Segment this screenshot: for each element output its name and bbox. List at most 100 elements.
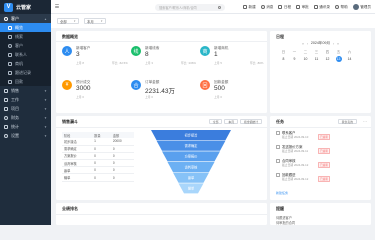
- search-icon[interactable]: [217, 5, 221, 10]
- stat-card[interactable]: 线新增线索 8 上月 3 环比 ↑166%: [131, 44, 209, 74]
- sidebar-group-label: 财务: [11, 114, 19, 120]
- next-month-icon[interactable]: ›: [333, 42, 334, 46]
- funnel-metric-select[interactable]: 按金额统计: [240, 119, 262, 124]
- table-cell: 0: [92, 166, 111, 175]
- contacts-book-button[interactable]: 通讯录: [313, 5, 330, 10]
- search-input[interactable]: [159, 5, 216, 10]
- calendar-weekday: 日: [281, 49, 286, 54]
- funnel-table: 阶段 数量 金额 初步接洽 1 20000 需求确定 0 0 方案报价 0 0 谈判审核 0 0 赢单 0…: [62, 132, 134, 182]
- calendar-day[interactable]: 8: [278, 56, 289, 62]
- stat-card[interactable]: 人新增客户 3 上月 8 环比 ↓62.5%: [62, 44, 140, 74]
- sidebar-group-settings[interactable]: 设置 ▼: [0, 131, 51, 140]
- reminder-item[interactable]: 待审批的合同: [276, 220, 295, 225]
- user-menu[interactable]: 管理员: [352, 4, 371, 10]
- chevron-down-icon: ▼: [44, 124, 47, 129]
- help-button[interactable]: 帮助: [335, 5, 348, 10]
- next-year-icon[interactable]: »: [337, 42, 339, 46]
- calendar-day-number: 8: [282, 57, 285, 61]
- table-row[interactable]: 赢单 0 0: [62, 166, 134, 175]
- tasks-title: 任务: [276, 119, 284, 124]
- sidebar-group-sales[interactable]: 销售 ▼: [0, 86, 51, 95]
- calendar-day[interactable]: 10: [300, 56, 311, 62]
- home-icon: [8, 25, 12, 30]
- sidebar-item-overview[interactable]: 概览: [0, 23, 51, 32]
- task-checkbox[interactable]: [276, 173, 280, 177]
- funnel-scope-select[interactable]: 全部: [208, 119, 223, 124]
- calendar-day[interactable]: 14: [344, 56, 355, 62]
- stat-card[interactable]: 商新增商机 1 上月 5 环比 ↓80%: [200, 44, 278, 74]
- calendar-month: 2024年09月: [310, 41, 331, 45]
- leads-icon: [8, 34, 12, 39]
- add-task-link[interactable]: 新建任务: [276, 191, 288, 195]
- table-row[interactable]: 输单 0 0: [62, 173, 134, 182]
- action-label: 审批: [301, 4, 309, 9]
- sidebar-group-label: 客户: [11, 15, 19, 21]
- table-row[interactable]: 初步接洽 1 20000: [62, 138, 134, 146]
- table-cell: 0: [110, 159, 134, 168]
- prev-month-icon[interactable]: ‹: [307, 42, 308, 46]
- task-item[interactable]: 发送报价方案 截止日期 2024-09-11 已逾期: [276, 144, 375, 155]
- task-item[interactable]: 联系客户 截止日期 2024-09-10 已逾期: [276, 130, 375, 141]
- tasks-filter-select[interactable]: 我负责的: [337, 119, 357, 124]
- more-icon[interactable]: ⋯: [363, 119, 367, 124]
- table-cell: 0: [92, 159, 111, 168]
- calendar-day[interactable]: 12: [322, 56, 333, 62]
- calendar-day-number: 9: [293, 57, 296, 61]
- scope-select[interactable]: 全部 ▼: [57, 18, 79, 24]
- calendar-day[interactable]: 9: [289, 56, 300, 62]
- funnel-label: 方案报价: [185, 154, 199, 159]
- sidebar-item-payments[interactable]: 回款: [0, 77, 51, 86]
- chevron-down-icon: ▼: [44, 133, 47, 138]
- calendar-weekday: 五: [336, 49, 341, 54]
- reminder-title: 提醒: [276, 206, 284, 211]
- stat-card[interactable]: 合订单金额 2231.43万 上月 0: [131, 78, 209, 108]
- global-search[interactable]: [155, 4, 225, 11]
- address-book-icon: [313, 5, 318, 9]
- task-item[interactable]: 合同审核 截止日期 2024-09-12 已逾期: [276, 158, 375, 169]
- finance-icon: [4, 115, 8, 120]
- prev-year-icon[interactable]: «: [302, 42, 304, 46]
- funnel-period-select[interactable]: 本月: [224, 119, 238, 124]
- calendar-icon: [278, 5, 283, 9]
- table-row[interactable]: 需求确定 0 0: [62, 145, 134, 153]
- period-select[interactable]: 本月 ▼: [84, 18, 106, 24]
- task-due: 截止日期 2024-09-12: [282, 162, 309, 167]
- sidebar-item-label: 商机: [15, 60, 23, 66]
- sidebar-item-opportunities[interactable]: 商机: [0, 59, 51, 68]
- task-checkbox[interactable]: [276, 159, 280, 163]
- sidebar-group-project[interactable]: 项目 ▼: [0, 104, 51, 113]
- schedule-button[interactable]: 日程: [278, 5, 291, 10]
- task-checkbox[interactable]: [276, 145, 280, 149]
- scope-value: 全部: [60, 19, 67, 24]
- funnel-label: 谈判审核: [185, 164, 199, 169]
- sidebar-group-work[interactable]: 工作 ▼: [0, 95, 51, 104]
- task-item[interactable]: 回款跟进 截止日期 2024-09-12 已逾期: [276, 172, 375, 183]
- funnel-controls: 全部 本月 按金额统计: [208, 119, 262, 124]
- messages-button[interactable]: 消息: [260, 5, 273, 10]
- stat-icon: 合: [131, 80, 141, 90]
- calendar-day-number: 10: [303, 57, 308, 61]
- task-checkbox[interactable]: [276, 131, 280, 135]
- table-row[interactable]: 方案报价 0 0: [62, 152, 134, 161]
- sidebar-group-label: 销售: [11, 87, 19, 93]
- chevron-up-icon: ▲: [44, 16, 47, 21]
- sidebar-item-followups[interactable]: 跟进记录: [0, 68, 51, 77]
- table-row[interactable]: 谈判审核 0 0: [62, 159, 134, 168]
- stat-card[interactable]: 回回款金额 500 上月 0: [200, 78, 278, 108]
- calendar-day[interactable]: 11: [311, 56, 322, 62]
- brand[interactable]: V 云管家: [0, 0, 51, 14]
- sidebar-group-customer[interactable]: 客户 ▲: [0, 14, 51, 23]
- sidebar-group-finance[interactable]: 财务 ▼: [0, 113, 51, 122]
- new-button[interactable]: 新建: [243, 5, 256, 10]
- funnel-label: 需求确定: [185, 143, 199, 148]
- sidebar-item-customers[interactable]: 客户: [0, 41, 51, 50]
- table-cell: 1: [92, 138, 111, 146]
- stat-card[interactable]: ¥ 预计成交 3000 上月 0: [62, 78, 140, 108]
- calendar-day[interactable]: 13: [333, 56, 344, 62]
- approval-button[interactable]: 审批: [296, 5, 309, 10]
- sidebar-item-leads[interactable]: 线索: [0, 32, 51, 41]
- sidebar-item-contacts[interactable]: 联系人: [0, 50, 51, 59]
- sidebar-group-stats[interactable]: 统计 ▼: [0, 122, 51, 131]
- stat-previous: 上月 0: [76, 95, 84, 99]
- menu-toggle-icon[interactable]: ☰: [51, 4, 63, 10]
